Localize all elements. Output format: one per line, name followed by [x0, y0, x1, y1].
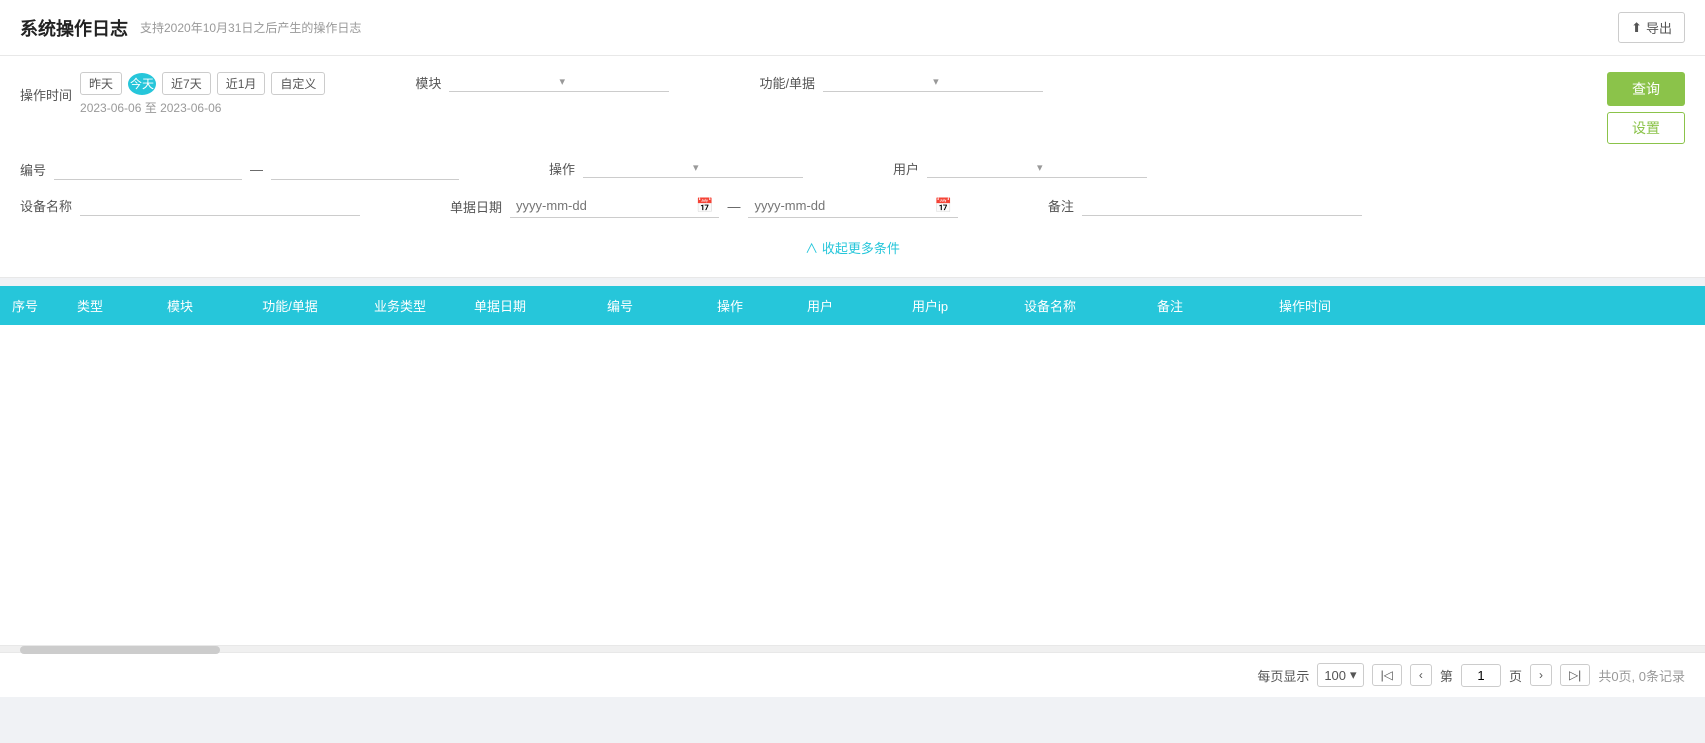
module-filter: 模块 ▾	[415, 72, 669, 92]
page-subtitle: 支持2020年10月31日之后产生的操作日志	[140, 19, 361, 36]
table-body	[0, 325, 1705, 645]
export-icon: ⬆	[1631, 20, 1642, 36]
page-size-chevron-icon: ▾	[1350, 667, 1357, 683]
number-start-input[interactable]	[54, 158, 242, 180]
export-button[interactable]: ⬆ 导出	[1618, 12, 1685, 43]
filter-row-1: 操作时间 昨天 今天 近7天 近1月 自定义 2023-06-06 至 2023…	[20, 72, 1685, 144]
number-label: 编号	[20, 160, 46, 179]
th-业务类型: 业务类型	[350, 286, 450, 325]
total-text: 共0页, 0条记录	[1598, 666, 1685, 685]
module-select[interactable]: ▾	[449, 72, 669, 92]
number-filter: 编号 —	[20, 158, 459, 180]
date-end-wrap: 📅	[748, 194, 957, 218]
user-filter: 用户 ▾	[893, 158, 1147, 178]
user-select[interactable]: ▾	[927, 158, 1147, 178]
collapse-icon: ∧	[805, 241, 818, 256]
action-buttons: 查询 设置	[1607, 72, 1685, 144]
operation-filter: 操作 ▾	[549, 158, 803, 178]
th-功能/单据: 功能/单据	[230, 286, 350, 325]
next-page-button[interactable]: ›	[1530, 664, 1552, 686]
table-container: 序号类型模块功能/单据业务类型单据日期编号操作用户用户ip设备名称备注操作时间	[0, 286, 1705, 645]
operation-label: 操作	[549, 159, 575, 178]
th-模块: 模块	[130, 286, 230, 325]
time-btn-custom[interactable]: 自定义	[271, 72, 325, 95]
settings-button[interactable]: 设置	[1607, 112, 1685, 144]
calendar-start-icon[interactable]: 📅	[696, 197, 713, 214]
page-size-select[interactable]: 100 ▾	[1317, 663, 1363, 687]
calendar-end-icon[interactable]: 📅	[934, 197, 951, 214]
time-buttons: 昨天 今天 近7天 近1月 自定义	[80, 72, 325, 95]
user-label: 用户	[893, 159, 919, 178]
th-单据日期: 单据日期	[450, 286, 550, 325]
date-start-wrap: 📅	[510, 194, 719, 218]
function-filter: 功能/单据 ▾	[759, 72, 1043, 92]
th-类型: 类型	[50, 286, 130, 325]
page-size-value: 100	[1324, 668, 1346, 683]
time-filter-group: 昨天 今天 近7天 近1月 自定义 2023-06-06 至 2023-06-0…	[80, 72, 325, 116]
device-input[interactable]	[80, 194, 360, 216]
pagination-bar: 每页显示 100 ▾ |◁ ‹ 第 页 › ▷| 共0页, 0条记录	[0, 653, 1705, 697]
function-chevron-icon: ▾	[933, 75, 1037, 88]
operation-select[interactable]: ▾	[583, 158, 803, 178]
scrollbar-thumb[interactable]	[20, 646, 220, 654]
th-用户ip: 用户ip	[870, 286, 990, 325]
remark-label: 备注	[1048, 196, 1074, 215]
th-编号: 编号	[550, 286, 690, 325]
filter-area: 操作时间 昨天 今天 近7天 近1月 自定义 2023-06-06 至 2023…	[0, 56, 1705, 278]
operation-chevron-icon: ▾	[693, 161, 797, 174]
page-label: 第	[1440, 666, 1453, 685]
time-btn-yesterday[interactable]: 昨天	[80, 72, 122, 95]
date-end-input[interactable]	[754, 198, 930, 213]
number-end-input[interactable]	[271, 158, 459, 180]
date-dash: —	[727, 199, 740, 214]
th-序号: 序号	[0, 286, 50, 325]
th-用户: 用户	[770, 286, 870, 325]
page-header: 系统操作日志 支持2020年10月31日之后产生的操作日志 ⬆ 导出	[0, 0, 1705, 56]
table-header: 序号类型模块功能/单据业务类型单据日期编号操作用户用户ip设备名称备注操作时间	[0, 286, 1705, 325]
th-设备名称: 设备名称	[990, 286, 1110, 325]
date-filter: 单据日期 📅 — 📅	[450, 194, 958, 218]
device-filter: 设备名称	[20, 194, 360, 216]
collapse-bar[interactable]: ∧ 收起更多条件	[20, 232, 1685, 267]
date-label: 单据日期	[450, 197, 502, 216]
th-备注: 备注	[1110, 286, 1230, 325]
number-dash: —	[250, 162, 263, 177]
module-chevron-icon: ▾	[559, 75, 663, 88]
time-range-text: 2023-06-06 至 2023-06-06	[80, 99, 325, 116]
last-page-button[interactable]: ▷|	[1560, 664, 1590, 686]
module-label: 模块	[415, 73, 441, 92]
date-start-input[interactable]	[516, 198, 692, 213]
time-filter: 操作时间 昨天 今天 近7天 近1月 自定义 2023-06-06 至 2023…	[20, 72, 325, 116]
th-操作时间: 操作时间	[1230, 286, 1380, 325]
time-label: 操作时间	[20, 85, 72, 104]
function-label: 功能/单据	[759, 73, 815, 92]
page-title: 系统操作日志	[20, 15, 128, 41]
function-select[interactable]: ▾	[823, 72, 1043, 92]
filter-row-2: 编号 — 操作 ▾ 用户 ▾	[20, 158, 1685, 180]
filter-row-3: 设备名称 单据日期 📅 — 📅 备注	[20, 194, 1685, 218]
query-button[interactable]: 查询	[1607, 72, 1685, 106]
scrollbar-area[interactable]	[0, 645, 1705, 653]
page-number-input[interactable]	[1461, 664, 1501, 687]
export-label: 导出	[1646, 18, 1672, 37]
user-chevron-icon: ▾	[1037, 161, 1141, 174]
remark-input[interactable]	[1082, 194, 1362, 216]
page-size-label: 每页显示	[1257, 666, 1309, 685]
remark-filter: 备注	[1048, 194, 1362, 216]
time-btn-today[interactable]: 今天	[128, 73, 156, 95]
collapse-label: 收起更多条件	[822, 241, 900, 256]
time-btn-7days[interactable]: 近7天	[162, 72, 211, 95]
page-unit: 页	[1509, 666, 1522, 685]
device-label: 设备名称	[20, 196, 72, 215]
first-page-button[interactable]: |◁	[1372, 664, 1402, 686]
time-btn-1month[interactable]: 近1月	[217, 72, 266, 95]
prev-page-button[interactable]: ‹	[1410, 664, 1432, 686]
th-操作: 操作	[690, 286, 770, 325]
